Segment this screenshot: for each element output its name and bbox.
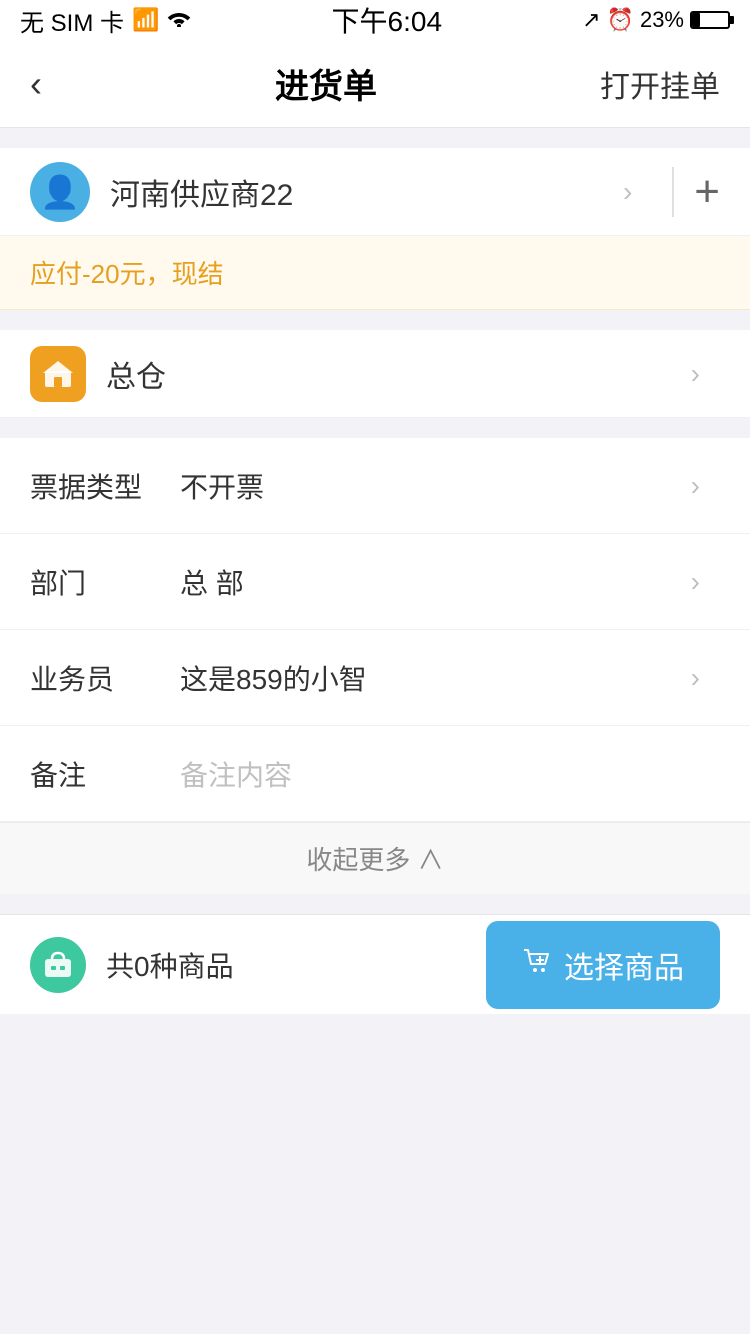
remark-row[interactable]: 备注 备注内容 [0,726,750,822]
wifi-signal [167,6,191,34]
battery-icon [690,11,730,29]
open-pending-button[interactable]: 打开挂单 [600,62,720,106]
wifi-icon: 📶 [132,7,159,33]
chevron-right-icon: › [691,566,700,598]
select-product-button[interactable]: 选择商品 [486,921,720,1009]
location-icon: ↗ [582,7,600,33]
salesperson-label: 业务员 [30,658,160,698]
invoice-type-value: 不开票 [180,466,691,506]
alarm-icon: ⏰ [607,7,634,33]
avatar: 👤 [30,162,90,222]
select-product-label: 选择商品 [564,943,684,987]
divider-2 [0,418,750,438]
chevron-right-icon: › [623,176,632,208]
warehouse-section: 总仓 › [0,330,750,418]
page-title: 进货单 [275,59,377,108]
department-value: 总 部 [180,562,691,602]
divider-1 [0,310,750,330]
bottom-bar: 共0种商品 选择商品 [0,914,750,1014]
top-divider [0,128,750,148]
status-time: 下午6:04 [332,0,443,40]
remark-label: 备注 [30,754,160,794]
status-left: 无 SIM 卡 📶 [20,3,191,38]
department-row[interactable]: 部门 总 部 › [0,534,750,630]
cart-icon [522,948,552,982]
gray-area [0,1014,750,1314]
add-supplier-button[interactable]: + [694,167,720,217]
supplier-name: 河南供应商22 [110,170,623,214]
supplier-row[interactable]: 👤 河南供应商22 › + [0,148,750,236]
warehouse-name: 总仓 [106,352,691,396]
salesperson-row[interactable]: 业务员 这是859的小智 › [0,630,750,726]
vertical-divider [672,167,674,217]
department-label: 部门 [30,562,160,602]
form-section: 票据类型 不开票 › 部门 总 部 › 业务员 这是859的小智 › 备注 备注… [0,438,750,894]
notice-text: 应付-20元，现结 [30,259,224,289]
collapse-button[interactable]: 收起更多 ∧ [0,822,750,894]
supplier-section: 👤 河南供应商22 › + 应付-20元，现结 [0,148,750,310]
status-bar: 无 SIM 卡 📶 下午6:04 ↗ ⏰ 23% [0,0,750,40]
salesperson-value: 这是859的小智 [180,658,691,698]
collapse-label: 收起更多 ∧ [306,840,443,877]
warehouse-row[interactable]: 总仓 › [0,330,750,418]
chevron-right-icon: › [691,358,700,390]
invoice-type-label: 票据类型 [30,466,160,506]
chevron-right-icon: › [691,662,700,694]
battery-percent: 23% [640,7,684,33]
notice-bar: 应付-20元，现结 [0,236,750,310]
avatar-icon: 👤 [40,173,80,211]
status-right: ↗ ⏰ 23% [582,7,730,33]
divider-3 [0,894,750,914]
remark-placeholder: 备注内容 [180,754,720,794]
carrier-text: 无 SIM 卡 [20,3,124,38]
warehouse-icon [30,346,86,402]
product-count-icon [30,937,86,993]
product-count-text: 共0种商品 [106,945,486,985]
back-button[interactable]: ‹ [20,53,52,115]
chevron-right-icon: › [691,470,700,502]
invoice-type-row[interactable]: 票据类型 不开票 › [0,438,750,534]
nav-bar: ‹ 进货单 打开挂单 [0,40,750,128]
